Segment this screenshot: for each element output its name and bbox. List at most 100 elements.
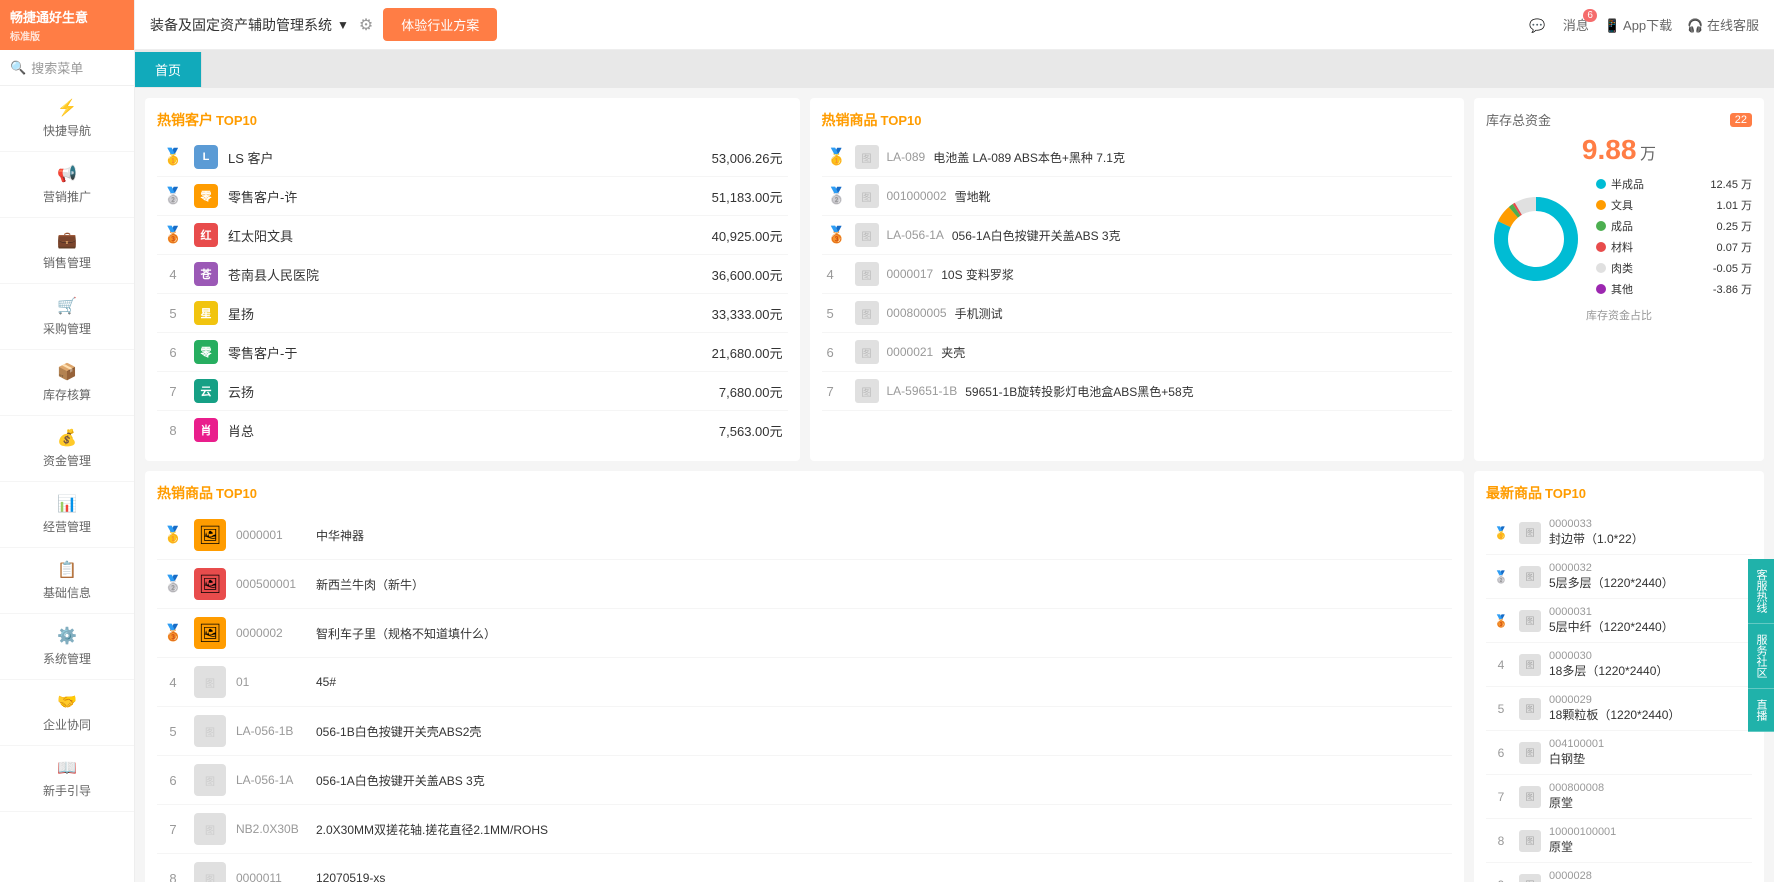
search-menu[interactable]: 🔍 搜索菜单 [0, 50, 134, 86]
hot-product-row: 7 图 NB2.0X30B 2.0X30MM双搓花轴.搓花直径2.1MM/ROH… [157, 805, 1452, 854]
nav-item-finance[interactable]: 💰 资金管理 [0, 416, 134, 482]
nav-item-system[interactable]: ⚙️ 系统管理 [0, 614, 134, 680]
customer-avatar: 零 [194, 184, 218, 208]
main-area: 装备及固定资产辅助管理系统 ▼ ⚙ 体验行业方案 💬 6 消息 📱 App下载 … [135, 0, 1774, 882]
inv-chart-area: 半成品 12.45 万 文具 1.01 万 成品 0.25 万 材料 0.07 … [1486, 176, 1752, 302]
legend-dot [1596, 263, 1606, 273]
nav-item-marketing[interactable]: 📢 营销推广 [0, 152, 134, 218]
message-icon: 💬 [1529, 18, 1545, 33]
hot-code: LA-056-1A [236, 773, 306, 787]
app-download-button[interactable]: 📱 App下载 [1604, 15, 1672, 34]
product-code: 0000017 [887, 267, 934, 281]
customer-avatar: 肖 [194, 418, 218, 442]
new-product-info: 0000033 封边带（1.0*22） [1549, 518, 1747, 547]
legend-dot [1596, 221, 1606, 231]
product-img-placeholder: 图 [855, 340, 879, 364]
new-code: 0000030 [1549, 650, 1747, 662]
legend-label: 肉类 [1611, 260, 1708, 276]
chevron-down-icon: ▼ [337, 18, 349, 32]
hot-name: 45# [316, 675, 1447, 689]
search-menu-label: 搜索菜单 [31, 58, 83, 77]
rank-icon: 8 [162, 423, 184, 438]
nav-label-basic: 基础信息 [43, 584, 91, 601]
nav-icon-purchase: 🛒 [57, 296, 77, 316]
content-area: 热销客户 TOP10 🥇 L LS 客户 53,006.26元 🥈 零 零售客户… [135, 88, 1774, 882]
hot-products-title: 热销商品 [157, 483, 213, 503]
customer-row: 6 零 零售客户-于 21,680.00元 [157, 333, 788, 372]
hot-name: 056-1B白色按键开关壳ABS2壳 [316, 723, 1447, 740]
new-product-info: 0000031 5层中纤（1220*2440） [1549, 606, 1747, 635]
inv-total-unit: 万 [1640, 146, 1656, 163]
hot-product-row: 5 图 LA-056-1B 056-1B白色按键开关壳ABS2壳 [157, 707, 1452, 756]
inv-legend: 半成品 12.45 万 文具 1.01 万 成品 0.25 万 材料 0.07 … [1596, 176, 1752, 302]
new-rank: 🥈 [1491, 570, 1511, 584]
new-product-info: 0000032 5层多层（1220*2440） [1549, 562, 1747, 591]
rank-icon: 🥈 [162, 186, 184, 206]
new-rank: 🥉 [1491, 614, 1511, 628]
topbar: 装备及固定资产辅助管理系统 ▼ ⚙ 体验行业方案 💬 6 消息 📱 App下载 … [135, 0, 1774, 50]
new-product-img: 图 [1519, 566, 1541, 588]
hot-product-right-row: 5 图 000800005 手机测试 [822, 294, 1453, 333]
rank-num: 6 [827, 345, 847, 360]
trial-button[interactable]: 体验行业方案 [383, 8, 497, 41]
new-rank: 🥇 [1491, 526, 1511, 540]
inv-header: 库存总资金 22 [1486, 110, 1752, 129]
donut-svg [1486, 189, 1586, 289]
new-product-row: 🥈 图 0000032 5层多层（1220*2440） [1486, 555, 1752, 599]
nav-icon-sales: 💼 [57, 230, 77, 250]
customer-top10-label: TOP10 [216, 113, 257, 128]
message-button[interactable]: 💬 6 消息 [1529, 15, 1589, 34]
hot-code: 01 [236, 675, 306, 689]
customer-name: 苍南县人民医院 [228, 265, 702, 284]
nav-icon-finance: 💰 [57, 428, 77, 448]
customer-amount: 53,006.26元 [712, 148, 783, 167]
tab-home[interactable]: 首页 [135, 52, 202, 87]
nav-item-sales[interactable]: 💼 销售管理 [0, 218, 134, 284]
rank-num: 🥈 [827, 186, 847, 206]
nav-label-collab: 企业协同 [43, 716, 91, 733]
system-title-dropdown[interactable]: 装备及固定资产辅助管理系统 ▼ [150, 15, 349, 35]
product-code: 001000002 [887, 189, 947, 203]
nav-item-guide[interactable]: 📖 新手引导 [0, 746, 134, 812]
nav-item-purchase[interactable]: 🛒 采购管理 [0, 284, 134, 350]
product-code: 000800005 [887, 306, 947, 320]
legend-dot [1596, 200, 1606, 210]
customer-amount: 7,563.00元 [719, 421, 783, 440]
nav-item-collab[interactable]: 🤝 企业协同 [0, 680, 134, 746]
float-btn-live[interactable]: 直播 [1748, 689, 1774, 732]
new-code: 000800008 [1549, 782, 1747, 794]
rank-icon: 6 [162, 345, 184, 360]
new-rank: 9 [1491, 878, 1511, 882]
rank-icon: 5 [162, 306, 184, 321]
new-product-info: 10000100001 原堂 [1549, 826, 1747, 855]
new-product-info: 0000028 体城嘉枝味苏打饮品400毫升（1*15） [1549, 870, 1747, 882]
new-product-info: 000800008 原堂 [1549, 782, 1747, 811]
new-product-img: 图 [1519, 874, 1541, 882]
nav-item-inventory[interactable]: 📦 库存核算 [0, 350, 134, 416]
nav-item-quicknav[interactable]: ⚡ 快捷导航 [0, 86, 134, 152]
online-service-button[interactable]: 🎧 在线客服 [1687, 15, 1759, 34]
hot-product-right-header: 热销商品 TOP10 [822, 110, 1453, 130]
customer-section-header: 热销客户 TOP10 [157, 110, 788, 130]
hot-product-img-placeholder: 图 [194, 813, 226, 845]
hot-rank: 4 [162, 675, 184, 690]
float-btn-service[interactable]: 客服热线 [1748, 559, 1774, 624]
search-icon: 🔍 [10, 60, 26, 76]
nav-label-finance: 资金管理 [43, 452, 91, 469]
rank-num: 7 [827, 384, 847, 399]
customer-name: 肖总 [228, 421, 709, 440]
hot-product-row: 8 图 0000011 12070519-xs [157, 854, 1452, 882]
hot-product-row: 4 图 01 45# [157, 658, 1452, 707]
new-rank: 7 [1491, 790, 1511, 804]
nav-label-inventory: 库存核算 [43, 386, 91, 403]
gear-icon[interactable]: ⚙ [359, 15, 373, 35]
float-btn-community[interactable]: 服务社区 [1748, 624, 1774, 689]
nav-item-basic[interactable]: 📋 基础信息 [0, 548, 134, 614]
new-name: 原堂 [1549, 838, 1747, 855]
hot-rank: 🥈 [162, 574, 184, 594]
new-product-info: 0000030 18多层（1220*2440） [1549, 650, 1747, 679]
new-products-panel: 最新商品 TOP10 🥇 图 0000033 封边带（1.0*22） 🥈 图 0… [1474, 471, 1764, 882]
hot-product-right-top10: TOP10 [881, 113, 922, 128]
nav-item-operations[interactable]: 📊 经营管理 [0, 482, 134, 548]
product-name: 雪地靴 [955, 188, 1447, 205]
